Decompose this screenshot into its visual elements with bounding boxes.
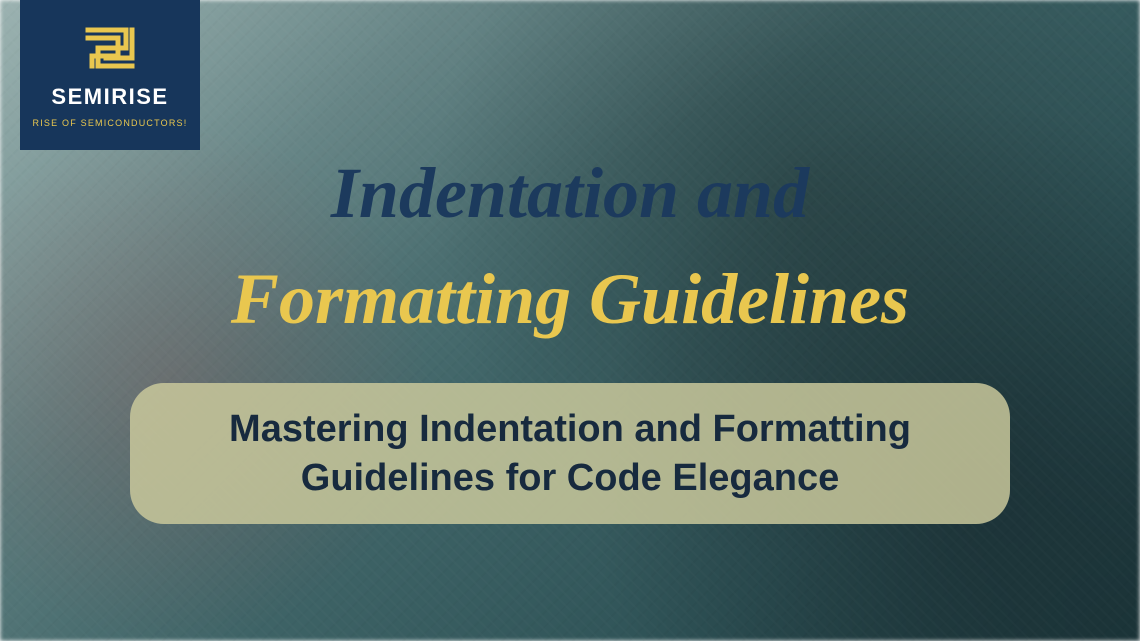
- subtitle-pill: Mastering Indentation and Formatting Gui…: [130, 383, 1010, 524]
- title-block: Indentation and Formatting Guidelines: [231, 157, 909, 335]
- title-line-1: Indentation and: [231, 157, 909, 229]
- title-line-2: Formatting Guidelines: [231, 263, 909, 335]
- hero-content: Indentation and Formatting Guidelines Ma…: [0, 0, 1140, 641]
- subtitle-text: Mastering Indentation and Formatting Gui…: [174, 405, 966, 502]
